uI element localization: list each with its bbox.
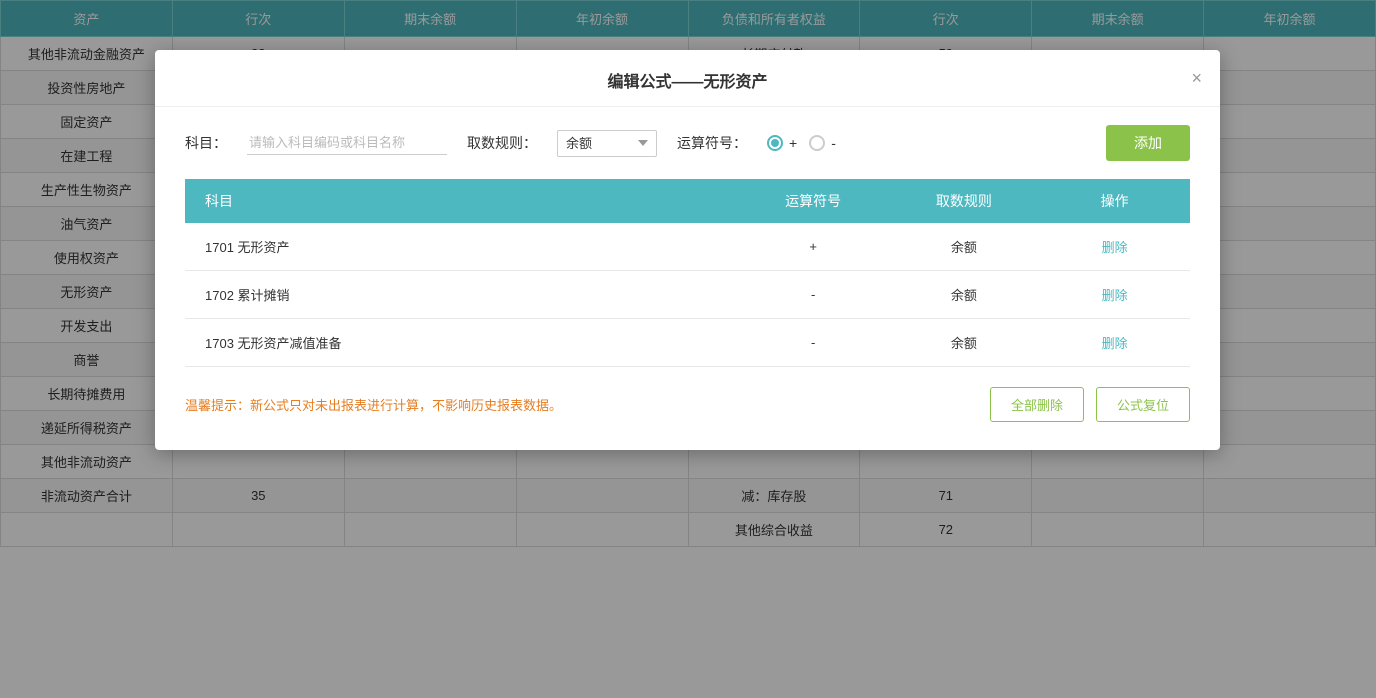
formula-operator: +	[738, 223, 889, 271]
rule-select[interactable]: 余额借方贷方借方发生额贷方发生额	[557, 130, 657, 157]
formula-operator: -	[738, 319, 889, 367]
formula-subject: 1701 无形资产	[185, 223, 738, 271]
operator-plus-label: +	[789, 135, 797, 151]
formula-rule: 余额	[889, 223, 1040, 271]
formula-row: 1702 累计摊销-余额 删除	[185, 271, 1190, 319]
modal-close-button[interactable]: ×	[1191, 69, 1202, 87]
modal-title: 编辑公式——无形资产	[607, 68, 767, 92]
operator-minus-label: -	[831, 135, 836, 151]
subject-input[interactable]	[247, 131, 447, 155]
modal-footer: 温馨提示：新公式只对未出报表进行计算，不影响历史报表数据。 全部删除 公式复位	[155, 367, 1220, 426]
tip-text: 温馨提示：新公式只对未出报表进行计算，不影响历史报表数据。	[185, 395, 562, 414]
delete-link[interactable]: 删除	[1102, 288, 1128, 303]
delete-link[interactable]: 删除	[1102, 336, 1128, 351]
rule-select-wrap: 余额借方贷方借方发生额贷方发生额	[557, 130, 657, 157]
th-action: 操作	[1039, 179, 1190, 223]
formula-subject: 1703 无形资产减值准备	[185, 319, 738, 367]
operator-label: 运算符号：	[677, 133, 747, 153]
formula-table-wrap: 科目 运算符号 取数规则 操作 1701 无形资产+余额删除1702 累计摊销-…	[185, 179, 1190, 367]
modal-header: 编辑公式——无形资产 ×	[155, 50, 1220, 107]
th-subject: 科目	[185, 179, 738, 223]
formula-action[interactable]: 删除	[1039, 319, 1190, 367]
operator-plus-radio[interactable]	[767, 135, 783, 151]
formula-operator: -	[738, 271, 889, 319]
formula-subject: 1702 累计摊销	[185, 271, 738, 319]
th-operator: 运算符号	[738, 179, 889, 223]
add-button[interactable]: 添加	[1106, 125, 1190, 161]
operator-minus-radio[interactable]	[809, 135, 825, 151]
formula-form-row: 科目： 取数规则： 余额借方贷方借方发生额贷方发生额 运算符号： + - 添加	[155, 107, 1220, 179]
operator-radio-group: + -	[767, 135, 836, 151]
formula-table: 科目 运算符号 取数规则 操作 1701 无形资产+余额删除1702 累计摊销-…	[185, 179, 1190, 367]
rule-label: 取数规则：	[467, 133, 537, 153]
subject-label: 科目：	[185, 133, 227, 153]
reset-formula-button[interactable]: 公式复位	[1096, 387, 1190, 422]
formula-action[interactable]: 删除	[1039, 271, 1190, 319]
formula-rule: 余额	[889, 271, 1040, 319]
operator-plus-item[interactable]: +	[767, 135, 797, 151]
formula-action[interactable]: 删除	[1039, 223, 1190, 271]
delete-link[interactable]: 删除	[1102, 240, 1128, 255]
formula-row: 1701 无形资产+余额 删除	[185, 223, 1190, 271]
formula-row: 1703 无形资产减值准备-余额 删除	[185, 319, 1190, 367]
operator-minus-item[interactable]: -	[809, 135, 836, 151]
footer-buttons: 全部删除 公式复位	[990, 387, 1190, 422]
th-rule: 取数规则	[889, 179, 1040, 223]
formula-rule: 余额	[889, 319, 1040, 367]
modal-dialog: 编辑公式——无形资产 × 科目： 取数规则： 余额借方贷方借方发生额贷方发生额 …	[155, 50, 1220, 450]
delete-all-button[interactable]: 全部删除	[990, 387, 1084, 422]
